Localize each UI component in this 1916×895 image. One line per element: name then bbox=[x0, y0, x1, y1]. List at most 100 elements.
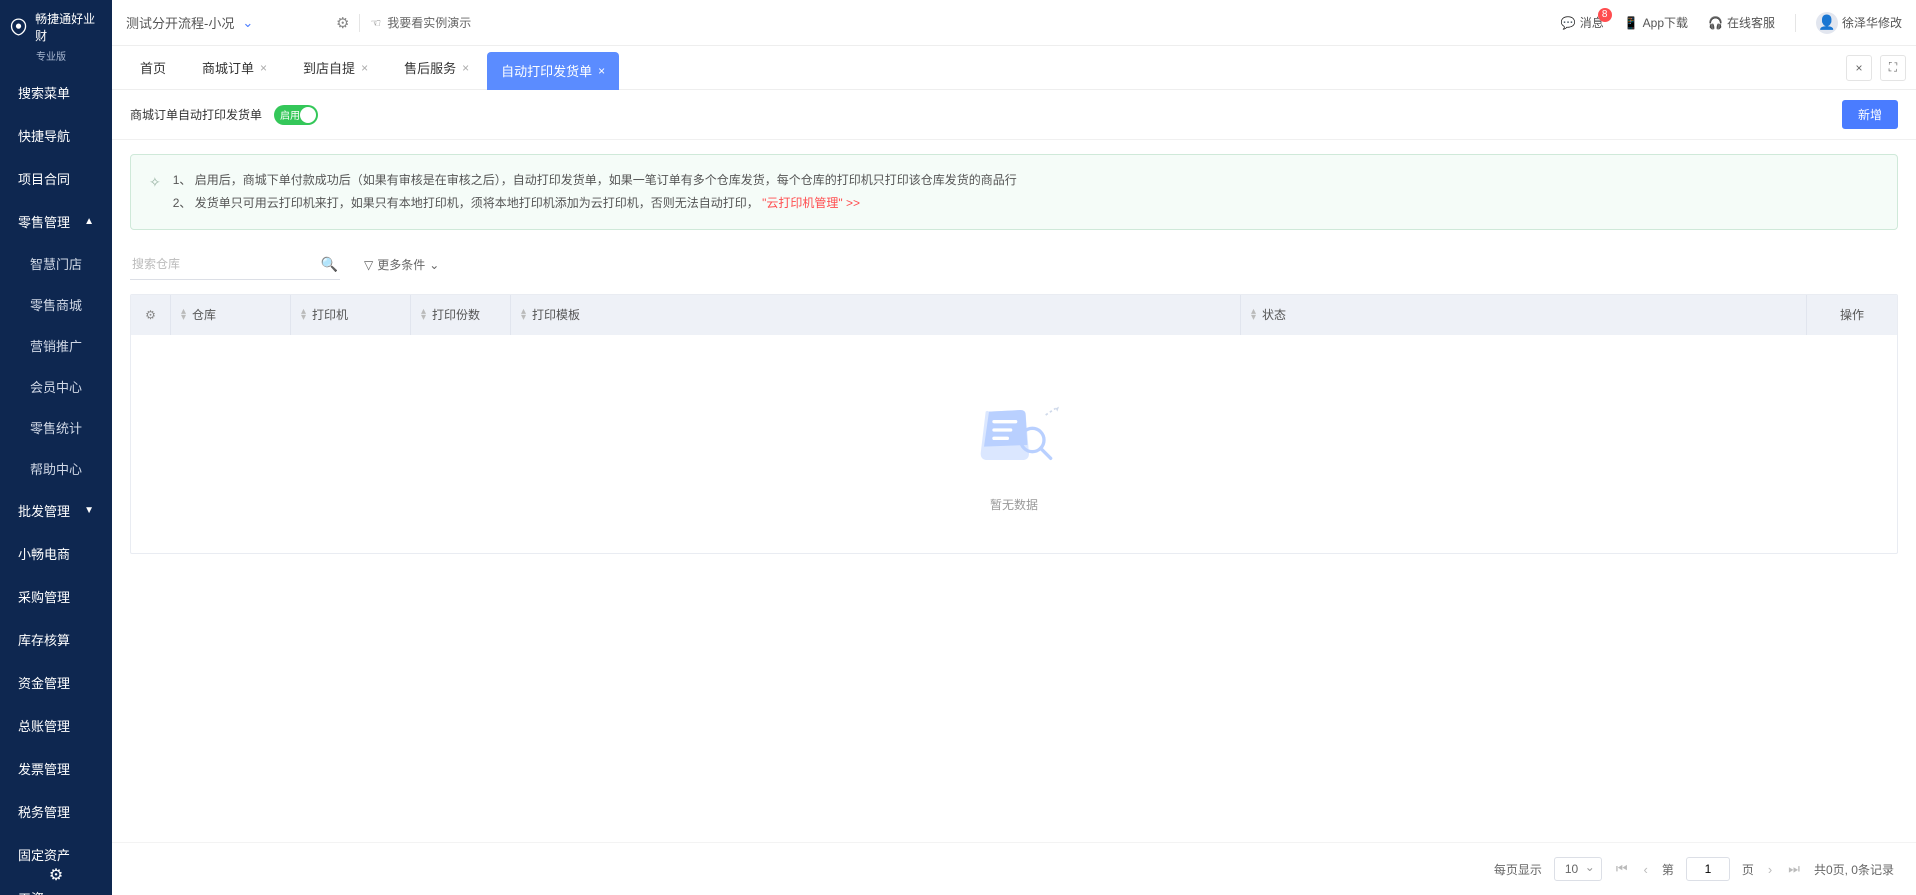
side-item-ledger[interactable]: 总账管理 bbox=[0, 704, 112, 747]
page-suffix: 页 bbox=[1742, 861, 1754, 878]
toggle-label: 启用 bbox=[274, 107, 300, 122]
side-sub-marketing[interactable]: 营销推广 bbox=[0, 325, 112, 366]
close-icon[interactable]: × bbox=[462, 61, 469, 75]
side-sub-help[interactable]: 帮助中心 bbox=[0, 448, 112, 489]
tab-auto-print[interactable]: 自动打印发货单× bbox=[487, 52, 619, 90]
user-menu[interactable]: 👤 徐泽华修改 bbox=[1816, 12, 1902, 34]
warehouse-search-input[interactable] bbox=[132, 257, 321, 271]
headset-icon: 🎧 bbox=[1708, 16, 1723, 30]
mobile-icon: 📱 bbox=[1624, 16, 1639, 30]
sort-icon: ▴▾ bbox=[1251, 309, 1256, 321]
side-item-search[interactable]: 搜索菜单 bbox=[0, 71, 112, 114]
message-button[interactable]: 💬 消息 8 bbox=[1561, 14, 1604, 31]
first-page-button[interactable]: ⏮ bbox=[1614, 861, 1630, 877]
tip-line: 1、 启用后，商城下单付款成功后（如果有审核是在审核之后），自动打印发货单，如果… bbox=[173, 169, 1017, 192]
info-tip: ✧ 1、 启用后，商城下单付款成功后（如果有审核是在审核之后），自动打印发货单，… bbox=[130, 154, 1898, 230]
th-warehouse[interactable]: ▴▾仓库 bbox=[171, 295, 291, 335]
data-table: ⚙ ▴▾仓库 ▴▾打印机 ▴▾打印份数 ▴▾打印模板 ▴▾状态 操作 bbox=[130, 294, 1898, 554]
per-page-label: 每页显示 bbox=[1494, 861, 1542, 878]
close-icon[interactable]: × bbox=[260, 61, 267, 75]
topbar: 测试分开流程-小况 ⌄ ⚙ ☜ 我要看实例演示 💬 消息 8 📱 App下载 bbox=[112, 0, 1916, 46]
download-button[interactable]: 📱 App下载 bbox=[1624, 14, 1688, 31]
tab-aftersale[interactable]: 售后服务× bbox=[386, 46, 487, 90]
brand-logo[interactable]: 畅捷通好业财 bbox=[0, 0, 112, 54]
side-item-inventory[interactable]: 库存核算 bbox=[0, 618, 112, 661]
tab-pickup[interactable]: 到店自提× bbox=[285, 46, 386, 90]
search-icon[interactable]: 🔍 bbox=[321, 256, 338, 273]
empty-state: 暂无数据 bbox=[131, 335, 1897, 553]
caret-down-icon: ▼ bbox=[84, 505, 94, 516]
page-prefix: 第 bbox=[1662, 861, 1674, 878]
side-item-project[interactable]: 项目合同 bbox=[0, 157, 112, 200]
side-menu: 搜索菜单 快捷导航 项目合同 零售管理▲ 智慧门店 零售商城 营销推广 会员中心… bbox=[0, 71, 112, 895]
sort-icon: ▴▾ bbox=[421, 309, 426, 321]
tab-home[interactable]: 首页 bbox=[122, 46, 184, 90]
side-item-tax[interactable]: 税务管理 bbox=[0, 790, 112, 833]
org-selector[interactable]: 测试分开流程-小况 ⌄ bbox=[126, 13, 326, 32]
side-sub-mall[interactable]: 零售商城 bbox=[0, 284, 112, 325]
side-item-quick[interactable]: 快捷导航 bbox=[0, 114, 112, 157]
brand-name: 畅捷通好业财 bbox=[35, 10, 104, 44]
service-button[interactable]: 🎧 在线客服 bbox=[1708, 14, 1775, 31]
empty-text: 暂无数据 bbox=[131, 496, 1897, 513]
fullscreen-button[interactable]: ⛶ bbox=[1880, 55, 1906, 81]
page-input[interactable] bbox=[1686, 857, 1730, 881]
prev-page-button[interactable]: ‹ bbox=[1642, 862, 1650, 877]
close-all-tabs-button[interactable]: × bbox=[1846, 55, 1872, 81]
demo-link[interactable]: ☜ 我要看实例演示 bbox=[370, 14, 471, 31]
sort-icon: ▴▾ bbox=[301, 309, 306, 321]
side-item-fund[interactable]: 资金管理 bbox=[0, 661, 112, 704]
tab-mall-orders[interactable]: 商城订单× bbox=[184, 46, 285, 90]
sidebar: 畅捷通好业财 专业版 搜索菜单 快捷导航 项目合同 零售管理▲ 智慧门店 零售商… bbox=[0, 0, 112, 895]
side-item-invoice[interactable]: 发票管理 bbox=[0, 747, 112, 790]
page-subheader: 商城订单自动打印发货单 启用 新增 bbox=[112, 90, 1916, 140]
avatar-icon: 👤 bbox=[1816, 12, 1838, 34]
close-icon[interactable]: × bbox=[361, 61, 368, 75]
tip-line: 2、 发货单只可用云打印机来打，如果只有本地打印机，须将本地打印机添加为云打印机… bbox=[173, 192, 1017, 215]
th-op: 操作 bbox=[1807, 295, 1897, 335]
tabs: 首页 商城订单× 到店自提× 售后服务× 自动打印发货单× × ⛶ bbox=[112, 46, 1916, 90]
chevron-down-icon: ⌄ bbox=[429, 258, 439, 272]
th-template[interactable]: ▴▾打印模板 bbox=[511, 295, 1241, 335]
page-summary: 共0页, 0条记录 bbox=[1814, 861, 1894, 878]
side-item-ecom[interactable]: 小畅电商 bbox=[0, 532, 112, 575]
user-name: 徐泽华修改 bbox=[1842, 14, 1902, 31]
sort-icon: ▴▾ bbox=[521, 309, 526, 321]
th-copies[interactable]: ▴▾打印份数 bbox=[411, 295, 511, 335]
caret-up-icon: ▲ bbox=[84, 216, 94, 227]
page-title: 商城订单自动打印发货单 bbox=[130, 106, 262, 123]
next-page-button[interactable]: › bbox=[1766, 862, 1774, 877]
column-settings-button[interactable]: ⚙ bbox=[131, 295, 171, 335]
page-size-select[interactable]: 10 bbox=[1554, 857, 1602, 881]
enable-toggle[interactable]: 启用 bbox=[274, 105, 318, 125]
org-name: 测试分开流程-小况 bbox=[126, 13, 234, 32]
divider bbox=[1795, 14, 1796, 32]
th-status[interactable]: ▴▾状态 bbox=[1241, 295, 1807, 335]
filter-icon: ▽ bbox=[364, 258, 373, 272]
table-header: ⚙ ▴▾仓库 ▴▾打印机 ▴▾打印份数 ▴▾打印模板 ▴▾状态 操作 bbox=[131, 295, 1897, 335]
side-sub-smartstore[interactable]: 智慧门店 bbox=[0, 243, 112, 284]
side-item-purchase[interactable]: 采购管理 bbox=[0, 575, 112, 618]
brand-edition: 专业版 bbox=[0, 48, 112, 71]
th-printer[interactable]: ▴▾打印机 bbox=[291, 295, 411, 335]
side-sub-member[interactable]: 会员中心 bbox=[0, 366, 112, 407]
divider bbox=[359, 14, 360, 32]
top-actions: 💬 消息 8 📱 App下载 🎧 在线客服 👤 徐泽华修改 bbox=[1561, 12, 1902, 34]
empty-icon bbox=[964, 395, 1064, 475]
pagination: 每页显示 10 ⏮ ‹ 第 页 › ⏭ 共0页, 0条记录 bbox=[112, 842, 1916, 895]
filter-row: 🔍 ▽ 更多条件 ⌄ bbox=[112, 244, 1916, 294]
sidebar-settings-button[interactable]: ⚙ bbox=[0, 855, 112, 895]
org-settings-button[interactable]: ⚙ bbox=[336, 14, 349, 32]
chat-icon: 💬 bbox=[1561, 16, 1576, 30]
more-filters-button[interactable]: ▽ 更多条件 ⌄ bbox=[364, 256, 439, 273]
close-icon[interactable]: × bbox=[598, 64, 605, 78]
side-item-wholesale[interactable]: 批发管理▼ bbox=[0, 489, 112, 532]
bulb-icon: ✧ bbox=[149, 169, 161, 215]
cloud-printer-link[interactable]: "云打印机管理" >> bbox=[762, 196, 860, 210]
new-button[interactable]: 新增 bbox=[1842, 100, 1898, 129]
side-sub-stats[interactable]: 零售统计 bbox=[0, 407, 112, 448]
chevron-down-icon: ⌄ bbox=[242, 15, 253, 31]
side-item-retail[interactable]: 零售管理▲ bbox=[0, 200, 112, 243]
last-page-button[interactable]: ⏭ bbox=[1786, 861, 1802, 877]
toggle-knob bbox=[300, 107, 316, 123]
